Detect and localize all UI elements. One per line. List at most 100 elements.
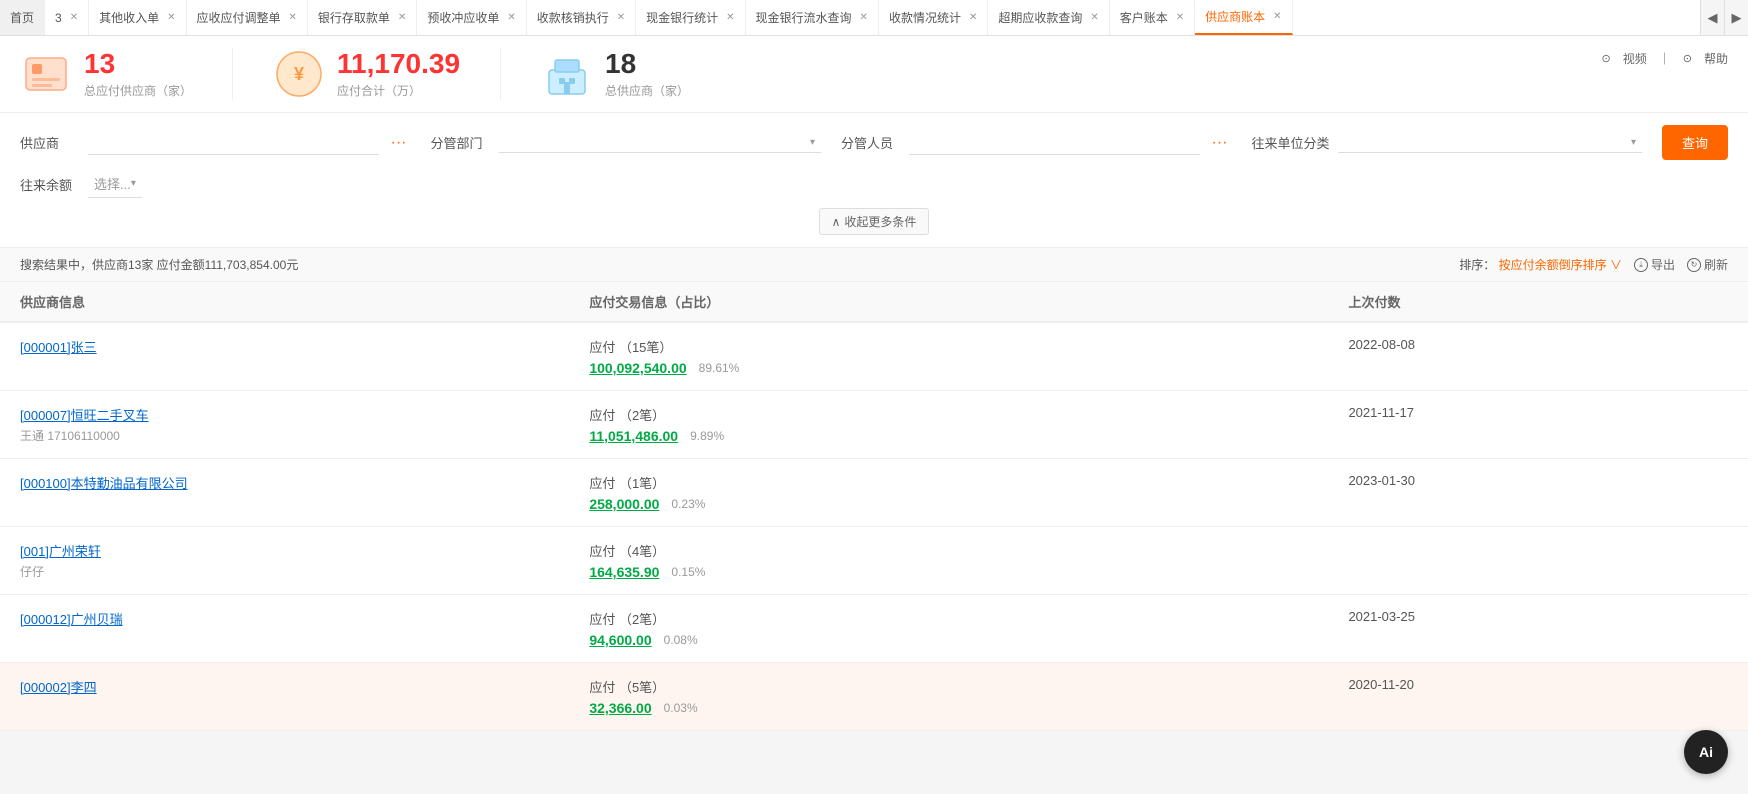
filter-item-balance: 往来余额 选择... ▾ — [20, 170, 142, 198]
filter-item-person: 分管人员 ··· — [841, 131, 1232, 155]
nav-item-receipt-verify[interactable]: 收款核销执行 ✕ — [527, 0, 636, 35]
transaction-info-2: 应付 （2笔） 11,051,486.00 9.89% — [589, 405, 1348, 444]
supplier-name-2[interactable]: [000007]恒旺二手叉车 — [20, 408, 149, 423]
supplier-sub-2: 王通 17106110000 — [20, 427, 589, 444]
nav-right-arrow[interactable]: ▶ — [1724, 0, 1748, 36]
tx-row-4: 164,635.90 0.15% — [589, 564, 1348, 580]
payable-suppliers-label: 总应付供应商（家） — [84, 82, 192, 99]
close-ar-ap-adjust-icon[interactable]: ✕ — [289, 12, 297, 23]
sort-value[interactable]: 按应付余额倒序排序 — [1499, 258, 1607, 272]
lastpay-2: 2021-11-17 — [1348, 405, 1728, 420]
collapse-button[interactable]: ∧ 收起更多条件 — [819, 208, 930, 235]
export-button[interactable]: ⤓ 导出 — [1634, 256, 1675, 273]
balance-label: 往来余额 — [20, 175, 80, 194]
table-row: [000001]张三 应付 （15笔） 100,092,540.00 89.61… — [0, 323, 1748, 391]
supplier-info-1: [000001]张三 — [20, 337, 589, 356]
payable-amount-num: 11,170.39 — [337, 50, 460, 78]
supplier-name-3[interactable]: [000100]本特勤油品有限公司 — [20, 476, 188, 491]
filter-item-category: 往来单位分类 ▾ — [1252, 133, 1643, 153]
table-row: [000002]李四 应付 （5笔） 32,366.00 0.03% 2020-… — [0, 663, 1748, 731]
table-row: [001]广州荣轩 仔仔 应付 （4笔） 164,635.90 0.15% — [0, 527, 1748, 595]
video-link[interactable]: 视频 — [1623, 50, 1647, 67]
supplier-sub-4: 仔仔 — [20, 563, 589, 580]
svg-text:¥: ¥ — [294, 64, 304, 84]
dept-select[interactable]: ▾ — [499, 133, 822, 153]
last-pay-date-6: 2020-11-20 — [1348, 677, 1414, 692]
table-header: 供应商信息 应付交易信息（占比） 上次付数 — [0, 282, 1748, 323]
tx-amount-1[interactable]: 100,092,540.00 — [589, 360, 686, 376]
payable-suppliers-icon — [20, 48, 72, 100]
tx-row-5: 94,600.00 0.08% — [589, 632, 1348, 648]
tx-amount-3[interactable]: 258,000.00 — [589, 496, 659, 512]
balance-chevron-down-icon: ▾ — [131, 178, 136, 189]
query-button[interactable]: 查询 — [1662, 125, 1728, 160]
tx-amount-2[interactable]: 11,051,486.00 — [589, 428, 678, 444]
tx-count-1: 应付 （15笔） — [589, 337, 1348, 356]
nav-item-receipt-stat[interactable]: 收款情况统计 ✕ — [879, 0, 988, 35]
close-overdue-ar-icon[interactable]: ✕ — [1090, 12, 1098, 23]
tx-amount-5[interactable]: 94,600.00 — [589, 632, 651, 648]
refresh-button[interactable]: ↻ 刷新 — [1687, 256, 1728, 273]
supplier-dots-icon[interactable]: ··· — [387, 134, 411, 152]
nav-item-overdue-ar[interactable]: 超期应收款查询 ✕ — [988, 0, 1109, 35]
nav-item-tab3-label: 3 — [55, 11, 62, 25]
total-suppliers-label: 总供应商（家） — [605, 82, 689, 99]
close-other-income-icon[interactable]: ✕ — [167, 12, 175, 23]
nav-left-arrow[interactable]: ◀ — [1700, 0, 1724, 36]
table-row: [000007]恒旺二手叉车 王通 17106110000 应付 （2笔） 11… — [0, 391, 1748, 459]
tx-amount-4[interactable]: 164,635.90 — [589, 564, 659, 580]
result-bar: 搜索结果中，供应商13家 应付金额111,703,854.00元 排序： 按应付… — [0, 248, 1748, 282]
nav-item-other-income[interactable]: 其他收入单 ✕ — [89, 0, 186, 35]
nav-item-ar-ap-adjust[interactable]: 应收应付调整单 ✕ — [187, 0, 308, 35]
nav-item-tab3[interactable]: 3 ✕ — [45, 0, 89, 35]
supplier-name-6[interactable]: [000002]李四 — [20, 680, 97, 695]
nav-item-bank-deposit[interactable]: 银行存取款单 ✕ — [308, 0, 417, 35]
stat-block-payable-amount: ¥ 11,170.39 应付合计（万） — [273, 48, 501, 100]
close-receipt-verify-icon[interactable]: ✕ — [617, 12, 625, 23]
supplier-name-1[interactable]: [000001]张三 — [20, 340, 97, 355]
supplier-info-2: [000007]恒旺二手叉车 王通 17106110000 — [20, 405, 589, 444]
ai-button[interactable]: Ai — [1684, 730, 1728, 774]
balance-select[interactable]: 选择... ▾ — [88, 170, 142, 198]
close-prepay-ar-icon[interactable]: ✕ — [507, 12, 515, 23]
tx-percent-6: 0.03% — [664, 701, 698, 715]
supplier-name-5[interactable]: [000012]广州贝瑞 — [20, 612, 123, 627]
nav-item-ar-ap-adjust-label: 应收应付调整单 — [197, 9, 281, 26]
close-receipt-stat-icon[interactable]: ✕ — [969, 12, 977, 23]
help-link[interactable]: 帮助 — [1704, 50, 1728, 67]
tx-amount-6[interactable]: 32,366.00 — [589, 700, 651, 716]
person-dots-icon[interactable]: ··· — [1208, 134, 1232, 152]
nav-item-supplier-ledger[interactable]: 供应商账本 ✕ — [1195, 0, 1292, 35]
dept-chevron-down-icon: ▾ — [810, 137, 815, 148]
close-cash-bank-stat-icon[interactable]: ✕ — [726, 12, 734, 23]
tx-count-4: 应付 （4笔） — [589, 541, 1348, 560]
supplier-name-4[interactable]: [001]广州荣轩 — [20, 544, 101, 559]
nav-item-prepay-ar[interactable]: 预收冲应收单 ✕ — [417, 0, 526, 35]
nav-item-cash-bank-stat[interactable]: 现金银行统计 ✕ — [636, 0, 745, 35]
supplier-link-1[interactable]: [000001]张三 — [20, 337, 589, 356]
nav-item-customer-ledger[interactable]: 客户账本 ✕ — [1110, 0, 1195, 35]
close-cash-bank-flow-icon[interactable]: ✕ — [860, 12, 868, 23]
circle-question-icon: ⊙ — [1683, 52, 1692, 65]
person-input[interactable] — [909, 131, 1200, 155]
lastpay-6: 2020-11-20 — [1348, 677, 1728, 692]
dept-label: 分管部门 — [431, 133, 491, 152]
stat-block-payable-suppliers: 13 总应付供应商（家） — [20, 48, 233, 100]
close-tab3-icon[interactable]: ✕ — [70, 12, 78, 23]
supplier-input[interactable] — [88, 131, 379, 155]
table-row: [000100]本特勤油品有限公司 应付 （1笔） 258,000.00 0.2… — [0, 459, 1748, 527]
close-customer-ledger-icon[interactable]: ✕ — [1176, 12, 1184, 23]
close-supplier-ledger-icon[interactable]: ✕ — [1273, 11, 1281, 22]
export-icon: ⤓ — [1634, 258, 1648, 272]
close-bank-deposit-icon[interactable]: ✕ — [398, 12, 406, 23]
nav-item-home[interactable]: 首页 — [0, 0, 45, 35]
tx-row-3: 258,000.00 0.23% — [589, 496, 1348, 512]
total-suppliers-icon — [541, 48, 593, 100]
last-pay-date-3: 2023-01-30 — [1348, 473, 1415, 488]
category-select[interactable]: ▾ — [1338, 133, 1642, 153]
tx-percent-2: 9.89% — [690, 429, 724, 443]
stat-block-total-suppliers: 18 总供应商（家） — [541, 48, 729, 100]
nav-item-cash-bank-flow[interactable]: 现金银行流水查询 ✕ — [746, 0, 879, 35]
nav-arrows: ◀ ▶ — [1700, 0, 1748, 36]
separator: ｜ — [1659, 50, 1671, 67]
